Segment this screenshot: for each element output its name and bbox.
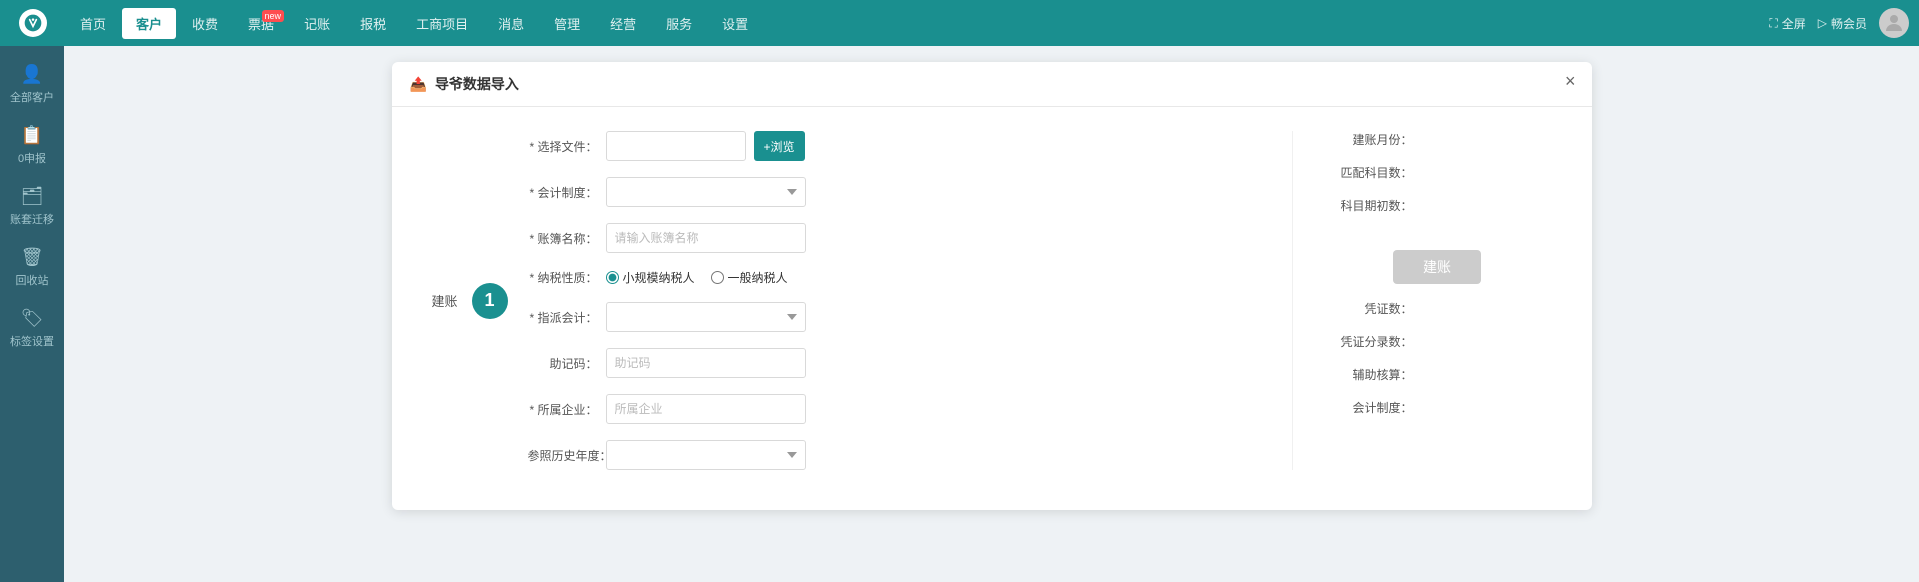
memo-code-input[interactable] [606, 348, 806, 378]
build-month-row: 建账月份： [1323, 131, 1552, 148]
accountant-label: * 指派会计： [528, 309, 598, 326]
small-taxpayer-option[interactable]: 小规模纳税人 [606, 269, 695, 286]
nav-bookkeeping[interactable]: 记账 [290, 8, 344, 39]
aux-accounting-row: 辅助核算： [1323, 366, 1552, 383]
dialog-accounting-system-row: 会计制度： [1323, 399, 1552, 416]
nav-fees[interactable]: 收费 [178, 8, 232, 39]
dialog-header: 📤 导爷数据导入 × [392, 62, 1592, 107]
history-year-select[interactable] [606, 440, 806, 470]
memo-code-label: 助记码： [528, 355, 598, 372]
sidebar-item-account-migration[interactable]: 🗂 账套迁移 [4, 178, 60, 235]
fullscreen-icon: ⛶ [1769, 16, 1777, 31]
ledger-name-input[interactable] [606, 223, 806, 253]
nav-clients[interactable]: 客户 [122, 8, 176, 39]
history-year-row: 参照历史年度： [528, 440, 1252, 470]
dialog-accounting-system-label: 会计制度： [1323, 399, 1413, 416]
import-dialog: 📤 导爷数据导入 × 建账 1 * 选择文件： [392, 62, 1592, 510]
file-label: * 选择文件： [528, 138, 598, 155]
history-year-label: 参照历史年度： [528, 447, 598, 464]
nav-settings[interactable]: 设置 [708, 8, 762, 39]
memo-code-row: 助记码： [528, 348, 1252, 378]
tag-icon: 🏷 [21, 308, 44, 329]
ledger-name-label: * 账簿名称： [528, 230, 598, 247]
general-taxpayer-option[interactable]: 一般纳税人 [711, 269, 788, 286]
tax-type-label: * 纳税性质： [528, 269, 598, 286]
sidebar-item-tag-settings[interactable]: 🏷 标签设置 [4, 300, 60, 357]
declaration-icon: 📋 [21, 125, 43, 146]
voucher-count-row: 凭证数： [1323, 300, 1552, 317]
accounting-system-row: * 会计制度： [528, 177, 1252, 207]
accountant-select[interactable] [606, 302, 806, 332]
nav-business[interactable]: 工商项目 [402, 8, 482, 39]
step-label: 建账 [432, 291, 458, 310]
small-taxpayer-radio[interactable] [606, 271, 619, 284]
voucher-entries-label: 凭证分录数： [1323, 333, 1413, 350]
file-input[interactable] [606, 131, 746, 161]
company-row: * 所属企业： [528, 394, 1252, 424]
accounting-system-select[interactable] [606, 177, 806, 207]
file-row: * 选择文件： +浏览 [528, 131, 1252, 161]
sidebar-item-zero-declaration[interactable]: 📋 0申报 [4, 117, 60, 174]
tax-type-row: * 纳税性质： 小规模纳税人 一般纳税人 [528, 269, 1252, 286]
play-icon: ▷ [1818, 16, 1827, 30]
fullscreen-button[interactable]: ⛶ 全屏 [1769, 15, 1805, 32]
nav-items: 首页 客户 收费 票据 new 记账 报税 工商项目 消息 管理 经营 服务 设… [66, 8, 1769, 39]
browse-button[interactable]: +浏览 [754, 131, 805, 161]
import-icon: 📤 [410, 76, 427, 93]
nav-home[interactable]: 首页 [66, 8, 120, 39]
recycle-icon: 🗑 [21, 247, 44, 268]
build-account-button[interactable]: 建账 [1393, 250, 1481, 284]
voucher-entries-row: 凭证分录数： [1323, 333, 1552, 350]
form-fields: * 选择文件： +浏览 * 会计制度： [528, 131, 1252, 470]
company-input[interactable] [606, 394, 806, 424]
tax-type-radio-group: 小规模纳税人 一般纳税人 [606, 269, 788, 286]
voucher-count-label: 凭证数： [1323, 300, 1413, 317]
main-layout: 👤 全部客户 📋 0申报 🗂 账套迁移 🗑 回收站 🏷 标签设置 📤 导爷数据导… [0, 46, 1919, 582]
dialog-title: 导爷数据导入 [435, 74, 519, 94]
member-button[interactable]: ▷ 畅会员 [1818, 15, 1867, 32]
side-navigation: 👤 全部客户 📋 0申报 🗂 账套迁移 🗑 回收站 🏷 标签设置 [0, 46, 64, 582]
dialog-close-button[interactable]: × [1565, 72, 1576, 90]
step-number: 1 [472, 283, 508, 319]
main-content: 📤 导爷数据导入 × 建账 1 * 选择文件： [64, 46, 1919, 582]
accountant-row: * 指派会计： [528, 302, 1252, 332]
sidebar-item-recycle-bin[interactable]: 🗑 回收站 [4, 239, 60, 296]
dialog-body: 建账 1 * 选择文件： +浏览 * 会计制度： [392, 107, 1592, 510]
aux-accounting-label: 辅助核算： [1323, 366, 1413, 383]
form-section: 建账 1 * 选择文件： +浏览 * 会计制度： [432, 131, 1252, 470]
avatar[interactable] [1879, 8, 1909, 38]
nav-management[interactable]: 管理 [540, 8, 594, 39]
nav-right-section: ⛶ 全屏 ▷ 畅会员 [1769, 8, 1909, 38]
ledger-name-row: * 账簿名称： [528, 223, 1252, 253]
migration-icon: 🗂 [21, 186, 44, 207]
sidebar-item-all-clients[interactable]: 👤 全部客户 [4, 56, 60, 113]
step-row: 建账 1 [432, 131, 508, 470]
nav-operations[interactable]: 经营 [596, 8, 650, 39]
nav-invoices[interactable]: 票据 new [234, 8, 288, 39]
nav-messages[interactable]: 消息 [484, 8, 538, 39]
top-navigation: 首页 客户 收费 票据 new 记账 报税 工商项目 消息 管理 经营 服务 设… [0, 0, 1919, 46]
general-taxpayer-radio[interactable] [711, 271, 724, 284]
all-clients-icon: 👤 [21, 64, 43, 85]
info-section: 建账月份： 匹配科目数： 科目期初数： 建账 凭证数： [1292, 131, 1552, 470]
logo[interactable] [10, 0, 56, 46]
match-subjects-row: 匹配科目数： [1323, 164, 1552, 181]
match-subjects-label: 匹配科目数： [1323, 164, 1413, 181]
new-badge: new [262, 10, 285, 22]
subjects-initial-row: 科目期初数： [1323, 197, 1552, 214]
nav-services[interactable]: 服务 [652, 8, 706, 39]
subjects-initial-label: 科目期初数： [1323, 197, 1413, 214]
accounting-system-label: * 会计制度： [528, 184, 598, 201]
nav-tax[interactable]: 报税 [346, 8, 400, 39]
build-month-label: 建账月份： [1323, 131, 1413, 148]
company-label: * 所属企业： [528, 401, 598, 418]
